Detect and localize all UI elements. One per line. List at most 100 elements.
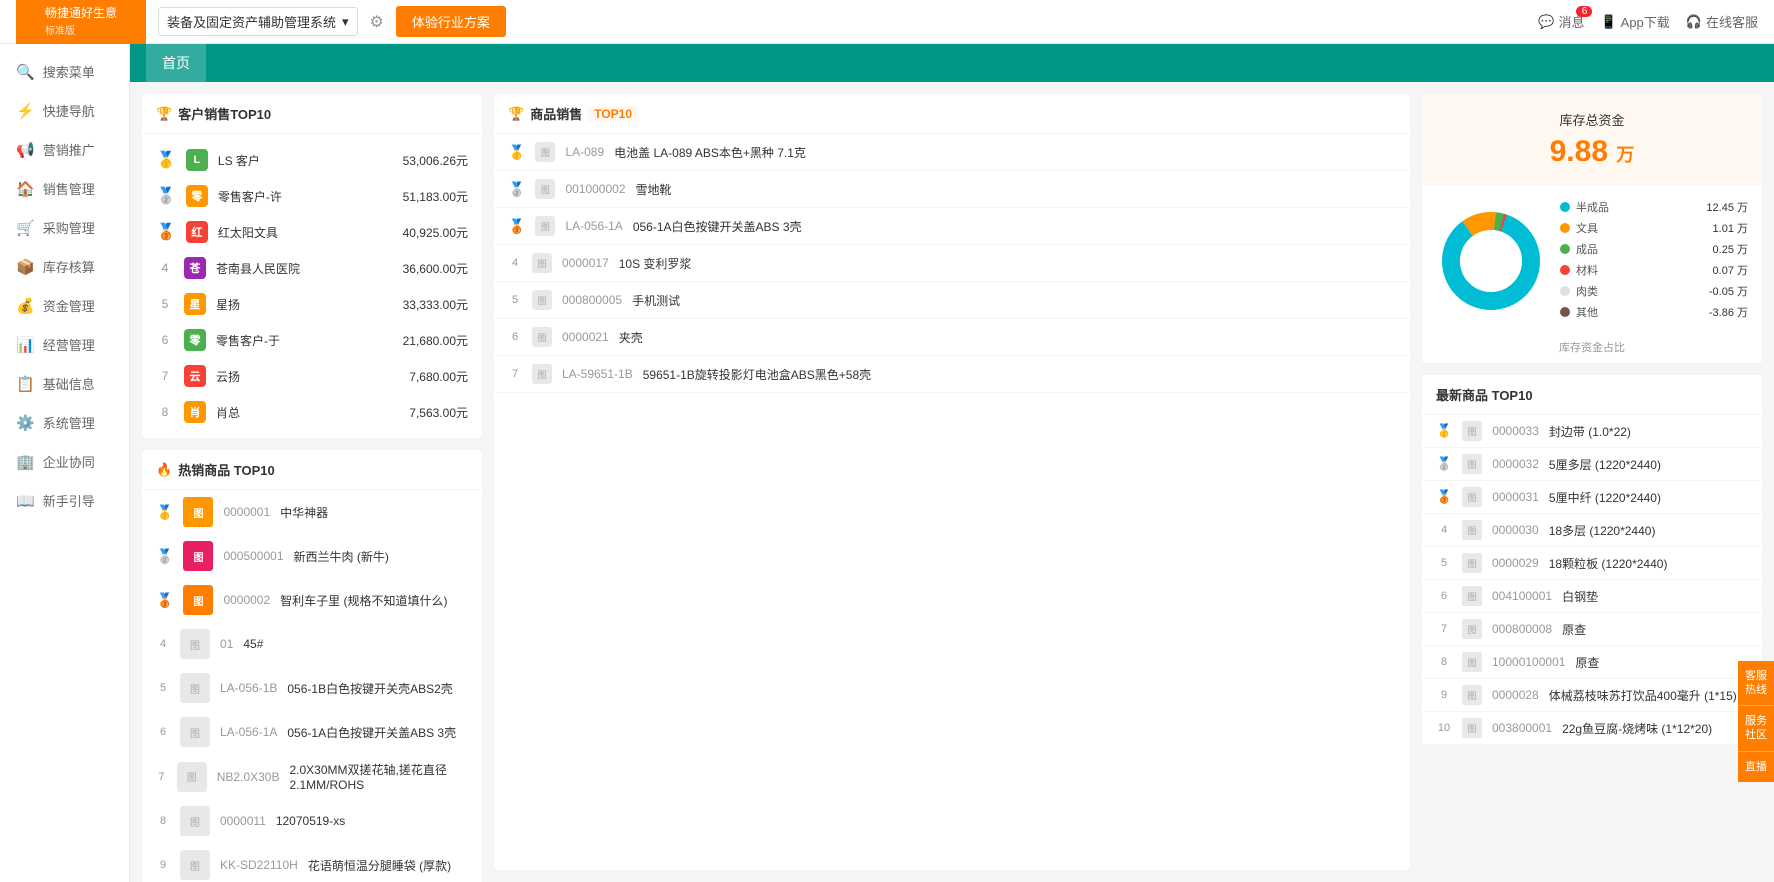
sales-code: 000800005 xyxy=(562,293,622,307)
rank-number: 8 xyxy=(156,815,170,827)
sales-rank-item: 6 图 0000021 夹壳 xyxy=(494,319,1410,356)
product-thumb: 图 xyxy=(183,497,213,527)
sales-ranking-list: 🥇 图 LA-089 电池盖 LA-089 ABS本色+黑种 7.1克 🥈 图 … xyxy=(494,134,1410,393)
sidebar-item-purchase[interactable]: 🛒 采购管理 xyxy=(0,208,129,247)
app-download-item[interactable]: 📱 App下载 xyxy=(1600,12,1669,31)
trophy-icon: 🏆 xyxy=(156,106,172,122)
message-icon: 💬 xyxy=(1538,14,1554,30)
legend-name: 半成品 xyxy=(1576,199,1700,215)
rank-amount: 36,600.00元 xyxy=(403,260,468,277)
legend-dot xyxy=(1560,244,1570,254)
rank-number: 4 xyxy=(1436,524,1452,536)
sidebar-item-search[interactable]: 🔍 搜索菜单 xyxy=(0,52,129,91)
sidebar-item-finance[interactable]: 💰 资金管理 xyxy=(0,286,129,325)
np-thumb: 图 xyxy=(1462,553,1482,573)
rank-name: 零售客户-于 xyxy=(216,332,393,349)
rank-icon: 🥉 xyxy=(508,218,525,235)
np-name: 5厘中纤 (1220*2440) xyxy=(1549,489,1748,506)
sales-rank-item: 4 图 0000017 10S 变利罗浆 xyxy=(494,245,1410,282)
customer-rank-item: 4 苍 苍南县人民医院 36,600.00元 xyxy=(142,250,482,286)
rank-icon: 🥈 xyxy=(1436,456,1452,472)
product-name: 12070519-xs xyxy=(276,814,345,828)
product-code: 0000011 xyxy=(220,814,266,828)
customer-ranking-list: 🥇 L LS 客户 53,006.26元 🥈 零 零售客户-许 51,183.0… xyxy=(142,134,482,438)
building-icon: 🏢 xyxy=(16,453,35,471)
sales-code: 001000002 xyxy=(565,182,625,196)
sidebar-item-system[interactable]: ⚙️ 系统管理 xyxy=(0,403,129,442)
sidebar-item-inventory[interactable]: 📦 库存核算 xyxy=(0,247,129,286)
rank-badge: 红 xyxy=(186,221,208,243)
logo-text: 畅捷通好生意 xyxy=(45,6,117,22)
customer-rank-item: 6 零 零售客户-于 21,680.00元 xyxy=(142,322,482,358)
search-icon: 🔍 xyxy=(16,63,35,81)
new-product-item: 9 图 0000028 体械荔枝味苏打饮品400毫升 (1*15) xyxy=(1422,679,1762,712)
float-btn-service[interactable]: 客服 热线 xyxy=(1738,661,1774,707)
np-name: 22g鱼豆腐-烧烤味 (1*12*20) xyxy=(1562,720,1748,737)
legend-item: 成品 0.25 万 xyxy=(1560,241,1748,257)
box-icon: 📦 xyxy=(16,258,35,276)
rank-icon: 🥇 xyxy=(156,504,173,521)
rank-number: 8 xyxy=(156,405,174,419)
sidebar-item-enterprise[interactable]: 🏢 企业协同 xyxy=(0,442,129,481)
top-header: 畅捷通好生意 标准版 装备及固定资产辅助管理系统 ▾ ⚙ 体验行业方案 💬 消息… xyxy=(0,0,1774,44)
sidebar-item-operations[interactable]: 📊 经营管理 xyxy=(0,325,129,364)
trial-button[interactable]: 体验行业方案 xyxy=(396,6,506,37)
gear-icon[interactable]: ⚙ xyxy=(370,12,384,32)
product-name: 中华神器 xyxy=(280,504,328,521)
rank-badge: L xyxy=(186,149,208,171)
legend-name: 成品 xyxy=(1576,241,1707,257)
hot-product-item: 🥇 图 0000001 中华神器 xyxy=(142,490,482,534)
product-code: 0000002 xyxy=(223,593,270,607)
legend-item: 文具 1.01 万 xyxy=(1560,220,1748,236)
book-icon: 📖 xyxy=(16,492,35,510)
sidebar-item-guide[interactable]: 📖 新手引导 xyxy=(0,481,129,520)
sales-product-thumb: 图 xyxy=(535,179,555,199)
sales-rank-item: 🥈 图 001000002 雪地靴 xyxy=(494,171,1410,208)
col-left: 🏆 客户销售TOP10 🥇 L LS 客户 53,006.26元 🥈 零 零售客… xyxy=(142,94,482,870)
rank-name: 零售客户-许 xyxy=(218,188,393,205)
product-name: 056-1A白色按键开关盖ABS 3壳 xyxy=(287,724,456,741)
product-name: 2.0X30MM双搓花轴,搓花直径2.1MM/ROHS xyxy=(289,761,468,792)
sidebar-item-quick-nav[interactable]: ⚡ 快捷导航 xyxy=(0,91,129,130)
legend-value: 1.01 万 xyxy=(1713,220,1748,236)
sidebar-label-basic-info: 基础信息 xyxy=(43,374,95,393)
rank-number: 6 xyxy=(156,726,170,738)
hot-product-item: 8 图 0000011 12070519-xs xyxy=(142,799,482,843)
float-btn-community[interactable]: 服务 社区 xyxy=(1738,706,1774,752)
online-service-item[interactable]: 🎧 在线客服 xyxy=(1686,12,1758,31)
rank-badge: 肖 xyxy=(184,401,206,423)
tab-home[interactable]: 首页 xyxy=(146,44,206,82)
system-select[interactable]: 装备及固定资产辅助管理系统 ▾ xyxy=(158,7,358,36)
rank-name: LS 客户 xyxy=(218,152,393,169)
np-thumb: 图 xyxy=(1462,619,1482,639)
legend-value: 0.07 万 xyxy=(1713,262,1748,278)
product-thumb-placeholder: 图 xyxy=(180,850,210,880)
rank-trophy: 🥈 xyxy=(156,186,176,206)
sidebar-item-sales[interactable]: 🏠 销售管理 xyxy=(0,169,129,208)
sales-product-thumb: 图 xyxy=(532,327,552,347)
legend-item: 材料 0.07 万 xyxy=(1560,262,1748,278)
legend-value: -3.86 万 xyxy=(1709,304,1748,320)
hot-product-item: 🥉 图 0000002 智利车子里 (规格不知道填什么) xyxy=(142,578,482,622)
sidebar-item-marketing[interactable]: 📢 营销推广 xyxy=(0,130,129,169)
np-code: 004100001 xyxy=(1492,589,1552,603)
np-code: 0000028 xyxy=(1492,688,1539,702)
customer-ranking-header: 🏆 客户销售TOP10 xyxy=(142,94,482,134)
donut-section: 半成品 12.45 万 文具 1.01 万 成品 0.25 万 材料 0.07 … xyxy=(1422,185,1762,339)
new-product-item: 8 图 10000100001 原查 xyxy=(1422,646,1762,679)
float-btn-live[interactable]: 直播 xyxy=(1738,752,1774,782)
sales-code: 0000017 xyxy=(562,256,609,270)
sidebar-label-inventory: 库存核算 xyxy=(43,257,95,276)
customer-rank-item: 8 肖 肖总 7,563.00元 xyxy=(142,394,482,430)
logo-area: 畅捷通好生意 标准版 xyxy=(16,0,146,44)
np-thumb: 图 xyxy=(1462,421,1482,441)
sidebar-label-system: 系统管理 xyxy=(43,413,95,432)
chart-icon: 📊 xyxy=(16,336,35,354)
np-name: 体械荔枝味苏打饮品400毫升 (1*15) xyxy=(1549,687,1748,704)
hot-product-item: 7 图 NB2.0X30B 2.0X30MM双搓花轴,搓花直径2.1MM/ROH… xyxy=(142,754,482,799)
sidebar-item-basic-info[interactable]: 📋 基础信息 xyxy=(0,364,129,403)
rank-badge: 云 xyxy=(184,365,206,387)
rank-number: 7 xyxy=(156,369,174,383)
sales-rank-item: 🥇 图 LA-089 电池盖 LA-089 ABS本色+黑种 7.1克 xyxy=(494,134,1410,171)
message-item[interactable]: 💬 消息 6 xyxy=(1538,12,1584,31)
